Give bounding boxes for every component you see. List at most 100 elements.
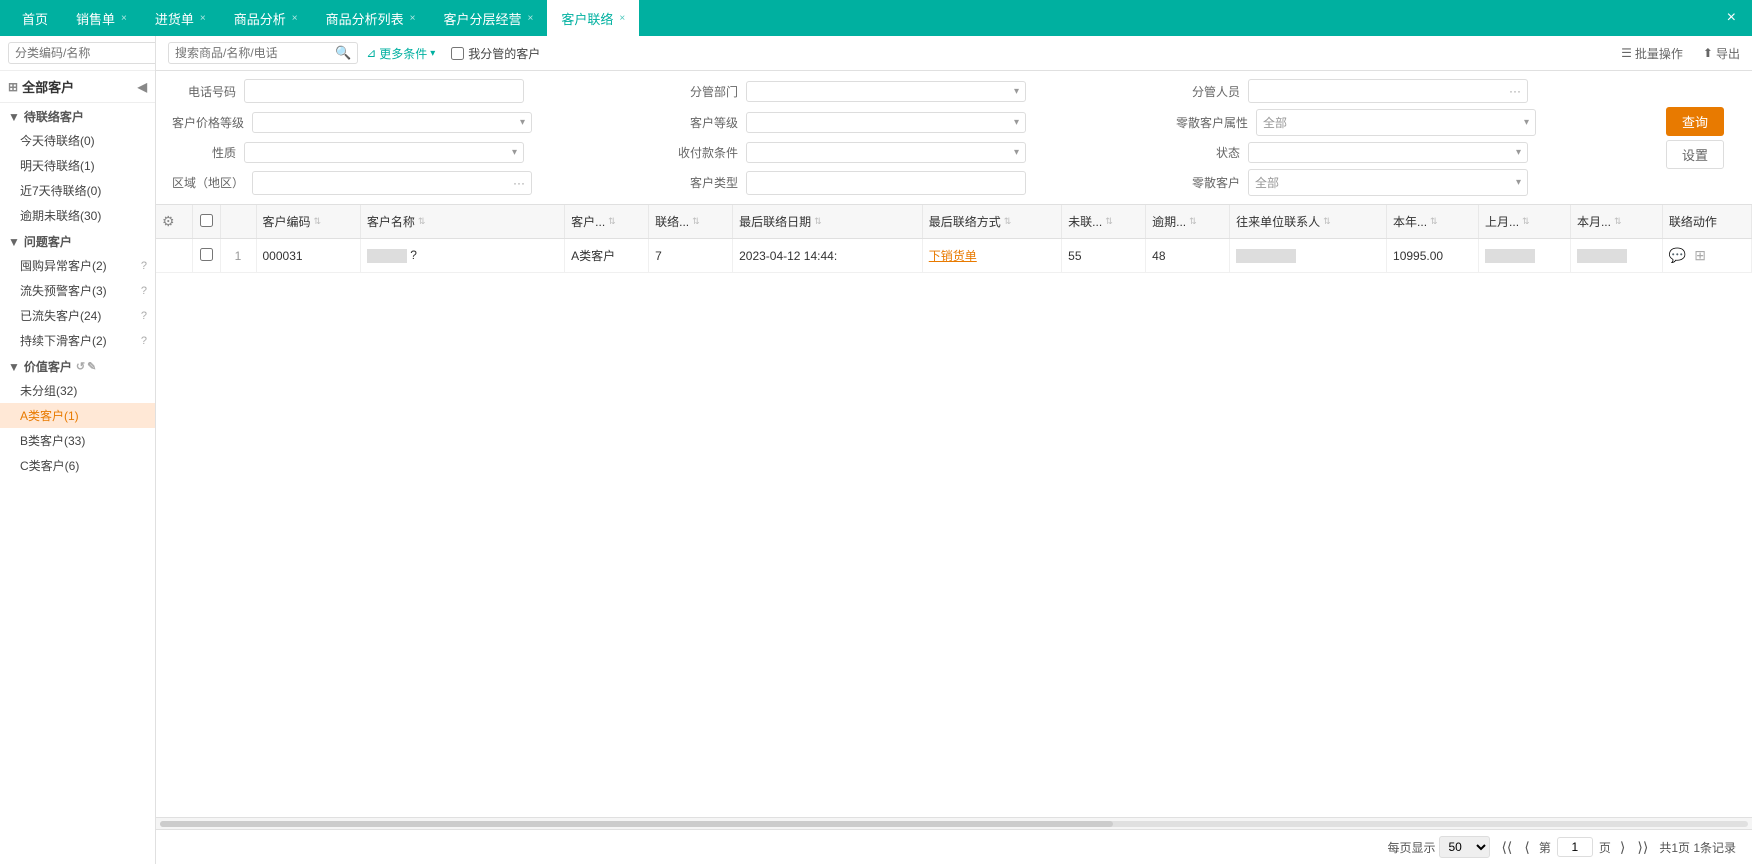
sidebar-group-title-pending[interactable]: ▼ 待联络客户 <box>0 103 155 128</box>
close-icon[interactable]: × <box>292 13 298 24</box>
sidebar-group-title-value[interactable]: ▼ 价值客户 ↺ ✎ <box>0 353 155 378</box>
adv-filter-row-4: 区域（地区） ··· 客户类型 零散客户 <box>172 169 1654 196</box>
message-icon[interactable]: 💬 <box>1669 247 1686 264</box>
th-last-method[interactable]: 最后联络方式⇅ <box>922 205 1061 239</box>
retail-select[interactable]: 全部 ▾ <box>1248 169 1528 196</box>
sidebar-item-overdue[interactable]: 逾期未联络(30) <box>0 203 155 228</box>
window-close-btn[interactable]: × <box>1719 9 1744 27</box>
price-level-select[interactable]: ▾ <box>252 112 532 133</box>
all-customers-label: 全部客户 <box>22 77 74 96</box>
nav-item-product-analysis-list[interactable]: 商品分析列表 × <box>312 0 430 36</box>
th-code[interactable]: 客户编码⇅ <box>256 205 360 239</box>
row-contact-person <box>1230 239 1387 273</box>
per-page-select[interactable]: 50 100 200 <box>1439 836 1490 858</box>
gear-icon[interactable]: ⚙ <box>162 213 175 229</box>
content-area: 🔍 ⊿ 更多条件 ▾ 我分管的客户 ☰ 批量操作 ⬆ 导出 <box>156 36 1752 864</box>
sidebar-item-7days[interactable]: 近7天待联络(0) <box>0 178 155 203</box>
filter-region: 区域（地区） ··· <box>172 171 650 195</box>
th-last-month[interactable]: 上月...⇅ <box>1479 205 1571 239</box>
nav-item-purchase[interactable]: 进货单 × <box>141 0 220 36</box>
item-label: 明天待联络(1) <box>20 157 147 174</box>
th-type[interactable]: 客户...⇅ <box>565 205 649 239</box>
th-this-year[interactable]: 本年...⇅ <box>1387 205 1479 239</box>
bulk-op-btn[interactable]: ☰ 批量操作 <box>1621 45 1683 62</box>
sidebar-item-churn-warning[interactable]: 流失预警客户(3) ? <box>0 278 155 303</box>
th-not-contact[interactable]: 未联...⇅ <box>1062 205 1146 239</box>
last-page-btn[interactable]: ⟩⟩ <box>1634 839 1651 856</box>
sort-icon: ⇅ <box>1430 216 1438 227</box>
select-all-checkbox[interactable] <box>200 214 213 227</box>
close-icon[interactable]: × <box>200 13 206 24</box>
query-button[interactable]: 查询 <box>1666 107 1724 136</box>
export-btn[interactable]: ⬆ 导出 <box>1703 45 1740 62</box>
th-overdue[interactable]: 逾期...⇅ <box>1146 205 1230 239</box>
payment-select[interactable]: ▾ <box>746 142 1026 163</box>
close-icon[interactable]: × <box>619 13 625 24</box>
sidebar-item-c-class[interactable]: C类客户(6) <box>0 453 155 478</box>
sidebar-item-today[interactable]: 今天待联络(0) <box>0 128 155 153</box>
filter-payment: 收付款条件 ▾ <box>674 142 1152 163</box>
dept-select[interactable]: ▾ <box>746 81 1026 102</box>
cust-level-select[interactable]: ▾ <box>746 112 1026 133</box>
sidebar: 🔍 ⊞ 全部客户 ◀ ▼ 待联络客户 今天待联络(0) 明天待联络(1) 近7天… <box>0 36 156 864</box>
nav-item-product-analysis[interactable]: 商品分析 × <box>220 0 312 36</box>
sidebar-item-unclassified[interactable]: 未分组(32) <box>0 378 155 403</box>
row-select-checkbox[interactable] <box>200 248 213 261</box>
next-page-btn[interactable]: ⟩ <box>1617 839 1628 856</box>
horizontal-scrollbar[interactable] <box>156 817 1752 829</box>
row-index: 1 <box>220 239 256 273</box>
th-last-date[interactable]: 最后联络日期⇅ <box>733 205 923 239</box>
my-customers-check[interactable] <box>451 47 464 60</box>
action-buttons: 查询 设置 <box>1654 79 1736 196</box>
nav-item-home[interactable]: 首页 <box>8 0 62 36</box>
sidebar-item-hoard[interactable]: 囤购异常客户(2) ? <box>0 253 155 278</box>
close-icon[interactable]: × <box>410 13 416 24</box>
row-this-month <box>1570 239 1662 273</box>
row-this-year: 10995.00 <box>1387 239 1479 273</box>
cust-type-input[interactable] <box>746 171 1026 195</box>
sidebar-item-declining[interactable]: 持续下滑客户(2) ? <box>0 328 155 353</box>
filter-retail: 零散客户 全部 ▾ <box>1176 169 1654 196</box>
more-filters-btn[interactable]: ⊿ 更多条件 ▾ <box>366 45 435 62</box>
nav-item-customer-contact[interactable]: 客户联络 × <box>547 0 639 36</box>
sidebar-item-tomorrow[interactable]: 明天待联络(1) <box>0 153 155 178</box>
region-select[interactable]: ··· <box>252 171 532 195</box>
page-input[interactable] <box>1557 837 1593 857</box>
collapse-icon[interactable]: ◀ <box>138 80 147 94</box>
chevron-down-icon: ▾ <box>1516 177 1521 188</box>
th-contact-person[interactable]: 往来单位联系人⇅ <box>1230 205 1387 239</box>
close-icon[interactable]: × <box>121 13 127 24</box>
sidebar-item-a-class[interactable]: A类客户(1) <box>0 403 155 428</box>
filter-cust-level: 客户等级 ▾ <box>674 112 1152 133</box>
filter-search-input[interactable] <box>175 46 335 60</box>
link-icon[interactable]: ⊞ <box>1694 247 1706 264</box>
settings-button[interactable]: 设置 <box>1666 140 1724 169</box>
sidebar-group-title-problem[interactable]: ▼ 问题客户 <box>0 228 155 253</box>
row-last-month <box>1479 239 1571 273</box>
th-gear[interactable]: ⚙ <box>156 205 192 239</box>
sidebar-item-churned[interactable]: 已流失客户(24) ? <box>0 303 155 328</box>
more-filters-label: 更多条件 <box>379 45 427 62</box>
nav-item-sales[interactable]: 销售单 × <box>62 0 141 36</box>
th-contact[interactable]: 联络...⇅ <box>649 205 733 239</box>
row-overdue: 48 <box>1146 239 1230 273</box>
phone-input[interactable] <box>244 79 524 103</box>
sidebar-item-b-class[interactable]: B类客户(33) <box>0 428 155 453</box>
row-gear <box>156 239 192 273</box>
row-contact-count: 7 <box>649 239 733 273</box>
sidebar-search-input[interactable] <box>8 42 156 64</box>
retail-attr-select[interactable]: 全部 ▾ <box>1256 109 1536 136</box>
search-icon[interactable]: 🔍 <box>335 45 351 61</box>
th-this-month[interactable]: 本月...⇅ <box>1570 205 1662 239</box>
chevron-down-icon: ▾ <box>430 48 435 59</box>
nature-select[interactable]: ▾ <box>244 142 524 163</box>
prev-page-btn[interactable]: ⟨ <box>1521 839 1532 856</box>
nature-label: 性质 <box>172 144 244 161</box>
th-name[interactable]: 客户名称⇅ <box>360 205 564 239</box>
row-last-method[interactable]: 下销货单 <box>922 239 1061 273</box>
first-page-btn[interactable]: ⟨⟨ <box>1498 839 1515 856</box>
close-icon[interactable]: × <box>527 13 533 24</box>
status-select[interactable]: ▾ <box>1248 142 1528 163</box>
nav-item-customer-tier[interactable]: 客户分层经营 × <box>429 0 547 36</box>
person-select[interactable]: ··· <box>1248 79 1528 103</box>
